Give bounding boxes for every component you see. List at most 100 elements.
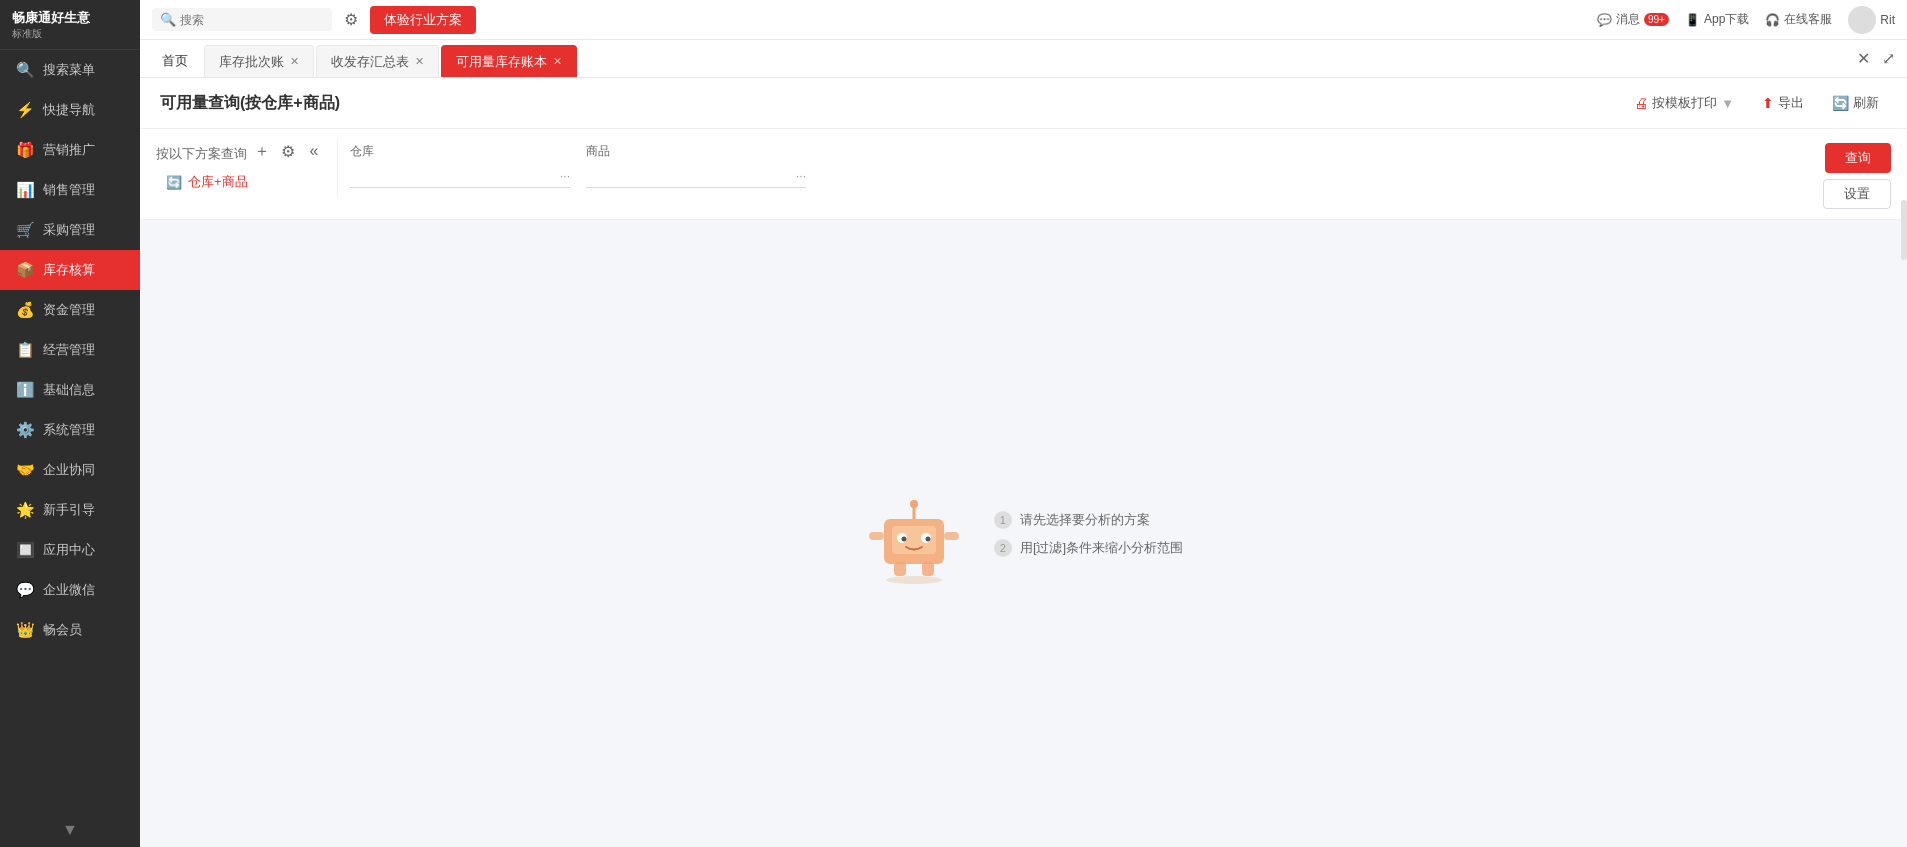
empty-state: 1 请先选择要分析的方案 2 用[过滤]条件来缩小分析范围 xyxy=(140,220,1907,847)
sidebar: 畅康通好生意 标准版 🔍搜索菜单⚡快捷导航🎁营销推广📊销售管理🛒采购管理📦库存核… xyxy=(0,0,140,847)
sidebar-label-enterprise-collab: 企业协同 xyxy=(43,461,95,479)
topbar-right: 💬 消息 99+ 📱 App下载 🎧 在线客服 Rit xyxy=(1597,6,1895,34)
print-icon: 🖨 xyxy=(1634,95,1648,111)
product-more-icon[interactable]: ··· xyxy=(796,169,806,183)
sidebar-icon-app-center: 🔲 xyxy=(16,541,35,559)
sidebar-icon-capital-mgmt: 💰 xyxy=(16,301,35,319)
headphone-icon: 🎧 xyxy=(1765,13,1780,27)
refresh-label: 刷新 xyxy=(1853,94,1879,112)
filter-field-warehouse: 仓库 ··· xyxy=(350,143,570,188)
product-field-label: 商品 xyxy=(586,143,806,160)
tabbar-right-actions: ✕ ⤢ xyxy=(1845,39,1907,77)
sidebar-scroll-down-button[interactable]: ▼ xyxy=(0,813,140,847)
sidebar-item-marketing-promo[interactable]: 🎁营销推广 xyxy=(0,130,140,170)
sidebar-logo-title: 畅康通好生意 xyxy=(12,10,128,27)
sidebar-label-app-center: 应用中心 xyxy=(43,541,95,559)
sidebar-item-basic-info[interactable]: ℹ️基础信息 xyxy=(0,370,140,410)
sidebar-label-sales-mgmt: 销售管理 xyxy=(43,181,95,199)
warehouse-field-label: 仓库 xyxy=(350,143,570,160)
trial-button[interactable]: 体验行业方案 xyxy=(370,6,476,34)
sidebar-item-inventory-calc[interactable]: 📦 库存核算 xyxy=(0,250,140,290)
settings-icon[interactable]: ⚙ xyxy=(340,6,362,33)
tab-close-available-ledger[interactable]: ✕ xyxy=(553,55,562,68)
sidebar-item-shortcut[interactable]: ⚡快捷导航 xyxy=(0,90,140,130)
filter-area: 按以下方案查询 ＋ ⚙ « 🔄 仓库+商品 仓库 ··· xyxy=(140,129,1907,220)
warehouse-input[interactable] xyxy=(350,168,556,183)
product-input[interactable] xyxy=(586,168,792,183)
manage-scheme-button[interactable]: ⚙ xyxy=(277,140,299,162)
svg-rect-11 xyxy=(922,562,934,576)
close-tab-button[interactable]: ✕ xyxy=(1853,45,1874,72)
empty-icon xyxy=(864,484,964,584)
search-input[interactable] xyxy=(180,13,300,27)
expand-tab-button[interactable]: ⤢ xyxy=(1878,45,1899,72)
tab-close-batch-ledger[interactable]: ✕ xyxy=(290,55,299,68)
collapse-filter-button[interactable]: « xyxy=(303,140,325,162)
filter-fields: 仓库 ··· 商品 ··· xyxy=(350,139,1811,188)
scheme-label: 仓库+商品 xyxy=(188,173,248,191)
tab-batch-ledger[interactable]: 库存批次账 ✕ xyxy=(204,45,314,77)
tab-home[interactable]: 首页 xyxy=(148,45,202,77)
export-button[interactable]: ⬆ 导出 xyxy=(1754,90,1812,116)
app-download-label: App下载 xyxy=(1704,11,1749,28)
sidebar-item-capital-mgmt[interactable]: 💰资金管理 xyxy=(0,290,140,330)
hint-text-2: 用[过滤]条件来缩小分析范围 xyxy=(1020,539,1183,557)
svg-point-5 xyxy=(925,536,930,541)
sidebar-item-system-mgmt[interactable]: ⚙️系统管理 xyxy=(0,410,140,450)
hint-number-2: 2 xyxy=(994,539,1012,557)
sidebar-icon-search: 🔍 xyxy=(16,61,35,79)
svg-point-7 xyxy=(910,500,918,508)
tab-available-ledger-label: 可用量库存账本 xyxy=(456,53,547,71)
settings-filter-button[interactable]: 设置 xyxy=(1823,179,1891,209)
avatar xyxy=(1848,6,1876,34)
refresh-button[interactable]: 🔄 刷新 xyxy=(1824,90,1887,116)
page-content: 可用量查询(按仓库+商品) 🖨 按模板打印 ▼ ⬆ 导出 🔄 刷新 xyxy=(140,78,1907,847)
sidebar-label-enterprise-wechat: 企业微信 xyxy=(43,581,95,599)
sidebar-label-system-mgmt: 系统管理 xyxy=(43,421,95,439)
sidebar-item-ops-mgmt[interactable]: 📋经营管理 xyxy=(0,330,140,370)
online-service-button[interactable]: 🎧 在线客服 xyxy=(1765,11,1832,28)
message-button[interactable]: 💬 消息 99+ xyxy=(1597,11,1669,28)
refresh-icon: 🔄 xyxy=(1832,95,1849,111)
sidebar-item-purchase-mgmt[interactable]: 🛒采购管理 xyxy=(0,210,140,250)
filter-scheme-header: 按以下方案查询 ＋ ⚙ « xyxy=(156,139,325,163)
sidebar-item-vip[interactable]: 👑畅会员 xyxy=(0,610,140,650)
sidebar-item-new-guide[interactable]: 🌟新手引导 xyxy=(0,490,140,530)
sidebar-item-app-center[interactable]: 🔲 应用中心 xyxy=(0,530,140,570)
sidebar-item-enterprise-collab[interactable]: 🤝企业协同 xyxy=(0,450,140,490)
empty-state-inner: 1 请先选择要分析的方案 2 用[过滤]条件来缩小分析范围 xyxy=(864,484,1183,584)
query-button[interactable]: 查询 xyxy=(1825,143,1891,173)
user-avatar-area[interactable]: Rit xyxy=(1848,6,1895,34)
tab-receive-summary-label: 收发存汇总表 xyxy=(331,53,409,71)
sidebar-icon-inventory-calc: 📦 xyxy=(16,261,35,279)
sidebar-icon-shortcut: ⚡ xyxy=(16,101,35,119)
tab-close-receive-summary[interactable]: ✕ xyxy=(415,55,424,68)
scrollbar-track[interactable] xyxy=(1901,200,1907,260)
sidebar-label-new-guide: 新手引导 xyxy=(43,501,95,519)
warehouse-more-icon[interactable]: ··· xyxy=(560,169,570,183)
sidebar-icon-ops-mgmt: 📋 xyxy=(16,341,35,359)
scheme-item-warehouse-product[interactable]: 🔄 仓库+商品 xyxy=(156,167,325,197)
empty-hint-2: 2 用[过滤]条件来缩小分析范围 xyxy=(994,539,1183,557)
svg-rect-9 xyxy=(944,532,959,540)
filter-scheme-list: 按以下方案查询 ＋ ⚙ « 🔄 仓库+商品 xyxy=(156,139,338,197)
print-button[interactable]: 🖨 按模板打印 ▼ xyxy=(1626,90,1742,116)
svg-rect-10 xyxy=(894,562,906,576)
phone-icon: 📱 xyxy=(1685,13,1700,27)
sidebar-label-inventory-calc: 库存核算 xyxy=(43,261,95,279)
sidebar-item-sales-mgmt[interactable]: 📊销售管理 xyxy=(0,170,140,210)
app-download-button[interactable]: 📱 App下载 xyxy=(1685,11,1749,28)
online-service-label: 在线客服 xyxy=(1784,11,1832,28)
tab-available-ledger[interactable]: 可用量库存账本 ✕ xyxy=(441,45,577,77)
sidebar-item-enterprise-wechat[interactable]: 💬企业微信 xyxy=(0,570,140,610)
scheme-icon: 🔄 xyxy=(166,175,182,190)
add-scheme-button[interactable]: ＋ xyxy=(251,140,273,162)
hint-number-1: 1 xyxy=(994,511,1012,529)
sidebar-item-search[interactable]: 🔍搜索菜单 xyxy=(0,50,140,90)
tab-receive-summary[interactable]: 收发存汇总表 ✕ xyxy=(316,45,439,77)
message-badge: 99+ xyxy=(1644,13,1669,26)
export-icon: ⬆ xyxy=(1762,95,1774,111)
filter-label: 按以下方案查询 xyxy=(156,139,247,163)
message-icon: 💬 xyxy=(1597,13,1612,27)
print-dropdown-icon[interactable]: ▼ xyxy=(1721,96,1734,111)
